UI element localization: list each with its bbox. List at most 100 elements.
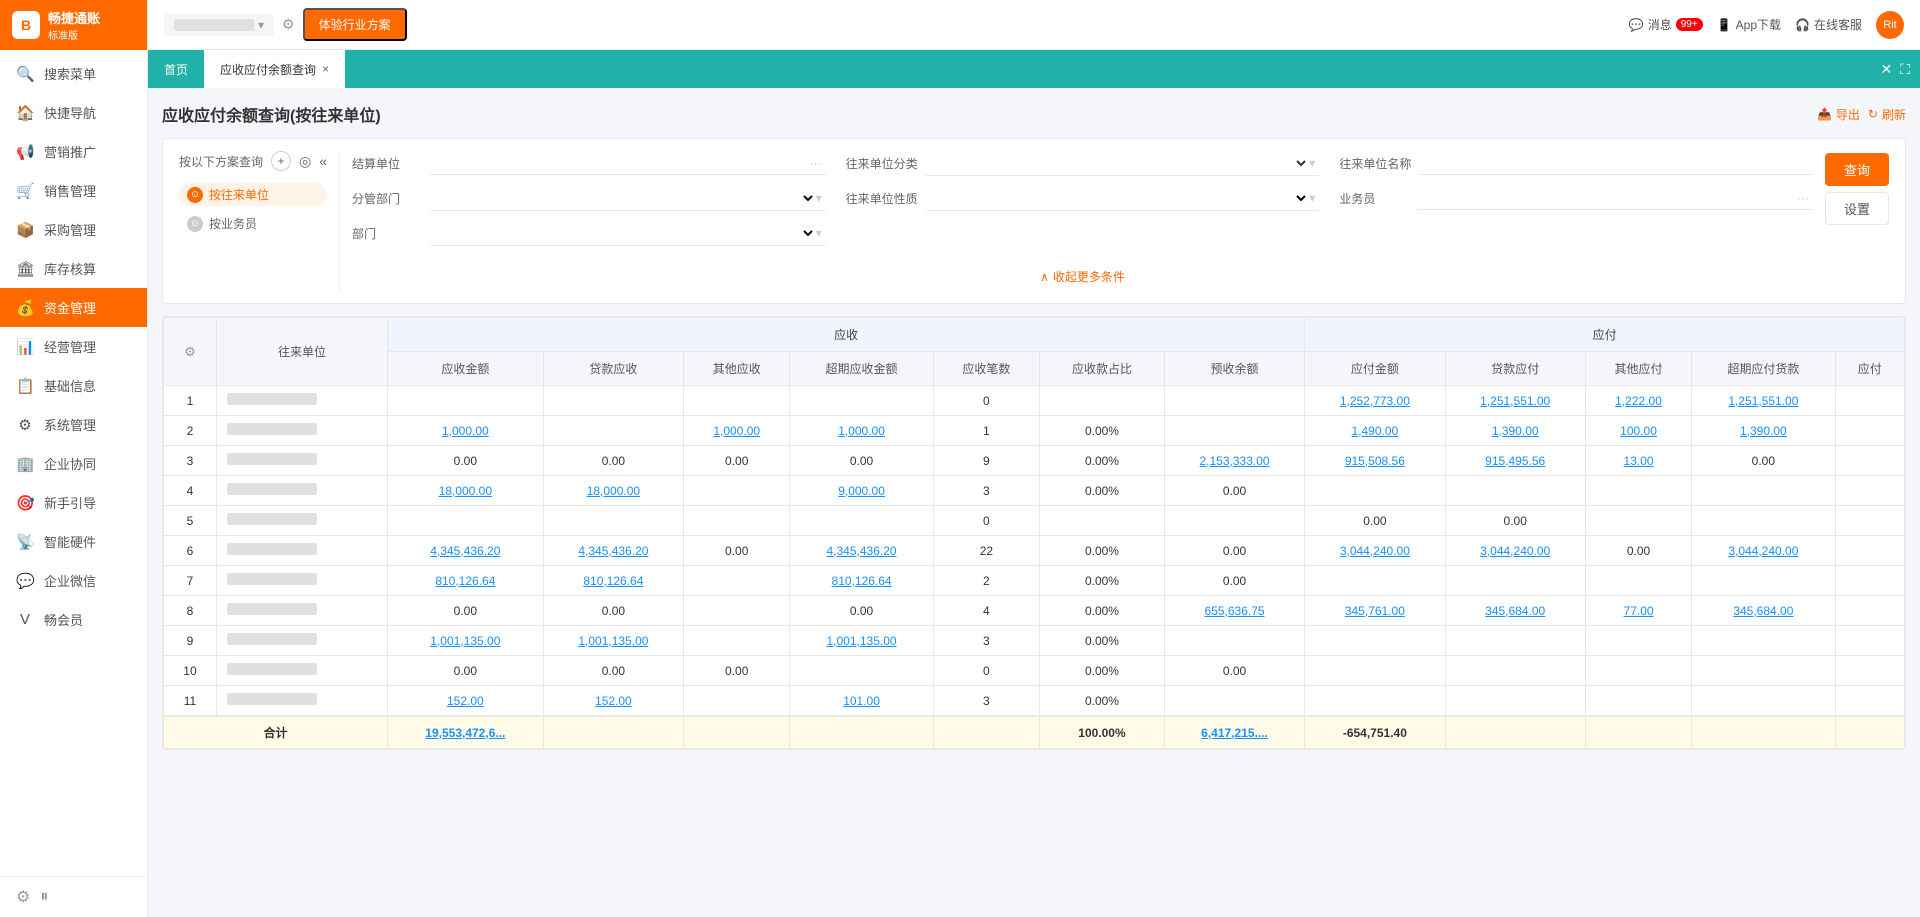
message-action[interactable]: 💬 消息 99+ <box>1629 16 1703 33</box>
maximize-icon[interactable]: ⛶ <box>1900 61 1910 78</box>
table-cell-link[interactable]: 4,345,436.20 <box>430 544 500 558</box>
table-cell-link[interactable]: 152.00 <box>447 694 484 708</box>
table-cell-link[interactable]: 1,251,551.00 <box>1480 394 1550 408</box>
filter-collapse-button[interactable]: ∧ 收起更多条件 <box>1034 262 1131 291</box>
col-rec-count: 应收笔数 <box>933 352 1039 386</box>
sidebar-item-vip[interactable]: V 畅会员 <box>0 600 147 639</box>
table-cell-link[interactable]: 18,000.00 <box>587 484 640 498</box>
guide-icon: 🎯 <box>16 494 34 512</box>
user-avatar[interactable]: Rit <box>1876 11 1904 39</box>
table-cell-link[interactable]: 1,001,135.00 <box>430 634 500 648</box>
table-cell-link[interactable]: 152.00 <box>595 694 632 708</box>
sidebar-item-wechat[interactable]: 💬 企业微信 <box>0 561 147 600</box>
table-cell-link[interactable]: 1,000.00 <box>442 424 489 438</box>
tab-balance-label: 应收应付余额查询 <box>220 61 316 78</box>
table-cell-link[interactable]: 9,000.00 <box>838 484 885 498</box>
filter-dept-select[interactable] <box>434 225 816 241</box>
table-cell-link[interactable]: 1,251,551.00 <box>1728 394 1798 408</box>
filter-view-by-company[interactable]: ⊙ 按往来单位 <box>179 183 327 206</box>
table-cell-link[interactable]: 915,508.56 <box>1345 454 1405 468</box>
sidebar-item-base[interactable]: 📋 基础信息 <box>0 366 147 405</box>
table-cell-link[interactable]: 77.00 <box>1624 604 1654 618</box>
gear-icon[interactable]: ⚙ <box>282 16 295 33</box>
table-cell-link[interactable]: 810,126.64 <box>435 574 495 588</box>
filter-settings-icon[interactable]: ◎ <box>299 153 311 170</box>
table-cell-link[interactable]: 3,044,240.00 <box>1340 544 1410 558</box>
filter-nature-select[interactable] <box>930 190 1310 206</box>
sidebar-label-capital: 资金管理 <box>44 298 96 317</box>
sidebar-item-purchase[interactable]: 📦 采购管理 <box>0 210 147 249</box>
total-rec-amount-link[interactable]: 19,553,472,6... <box>425 726 505 740</box>
sidebar-item-guide[interactable]: 🎯 新手引导 <box>0 483 147 522</box>
app-download-action[interactable]: 📱 App下载 <box>1717 16 1781 33</box>
table-cell-link[interactable]: 1,000.00 <box>838 424 885 438</box>
table-settings-icon[interactable]: ⚙ <box>184 344 196 359</box>
table-cell-link[interactable]: 3,044,240.00 <box>1728 544 1798 558</box>
sidebar-item-capital[interactable]: 💰 资金管理 <box>0 288 147 327</box>
sidebar-item-system[interactable]: ⚙ 系统管理 <box>0 405 147 444</box>
table-cell-link[interactable]: 1,001,135.00 <box>827 634 897 648</box>
table-cell-link[interactable]: 18,000.00 <box>439 484 492 498</box>
sidebar-item-nav[interactable]: 🏠 快捷导航 <box>0 93 147 132</box>
setting-button[interactable]: 设置 <box>1825 192 1889 225</box>
tab-home[interactable]: 首页 <box>148 50 204 88</box>
collapse-icon[interactable]: ⏸ <box>40 888 48 906</box>
table-cell-link[interactable]: 915,495.56 <box>1485 454 1545 468</box>
table-cell-link[interactable]: 345,684.00 <box>1733 604 1793 618</box>
table-cell-link[interactable]: 1,490.00 <box>1352 424 1399 438</box>
filter-collapse-left-icon[interactable]: « <box>319 153 327 169</box>
total-rec-prepay-link[interactable]: 6,417,215.... <box>1201 726 1268 740</box>
table-cell-link[interactable]: 4,345,436.20 <box>827 544 897 558</box>
sidebar-item-inventory[interactable]: 🏛 库存核算 <box>0 249 147 288</box>
settings-bottom-icon[interactable]: ⚙ <box>16 887 30 907</box>
table-cell-link[interactable]: 1,390.00 <box>1740 424 1787 438</box>
table-cell-link[interactable]: 101.00 <box>843 694 880 708</box>
table-cell-link[interactable]: 345,684.00 <box>1485 604 1545 618</box>
table-cell-link[interactable]: 655,636.75 <box>1205 604 1265 618</box>
filter-settlement-input[interactable]: ··· <box>430 152 826 175</box>
filter-view-by-staff[interactable]: ⊙ 按业务员 <box>179 212 327 235</box>
col-company: 往来单位 <box>216 318 387 386</box>
table-cell-link[interactable]: 1,001,135.00 <box>578 634 648 648</box>
table-cell-link[interactable]: 2,153,333.00 <box>1200 454 1270 468</box>
filter-settlement-label: 结算单位 <box>352 155 422 172</box>
promo-button[interactable]: 体验行业方案 <box>303 8 407 41</box>
refresh-button[interactable]: ↻ 刷新 <box>1868 106 1906 123</box>
table-row: 64,345,436.204,345,436.200.004,345,436.2… <box>164 536 1905 566</box>
table-cell-link[interactable]: 810,126.64 <box>832 574 892 588</box>
table-cell-link[interactable]: 100.00 <box>1620 424 1657 438</box>
sidebar-item-hardware[interactable]: 📡 智能硬件 <box>0 522 147 561</box>
filter-company-name: 往来单位名称 <box>1339 152 1813 175</box>
company-selector[interactable]: ▾ <box>164 14 274 36</box>
table-cell-link[interactable]: 13.00 <box>1624 454 1654 468</box>
tab-close-icon[interactable]: × <box>322 62 329 76</box>
table-cell-link[interactable]: 810,126.64 <box>583 574 643 588</box>
table-cell-link[interactable]: 4,345,436.20 <box>578 544 648 558</box>
filter-company-nature: 往来单位性质 ▾ <box>846 186 1320 211</box>
sidebar-item-operation[interactable]: 📊 经营管理 <box>0 327 147 366</box>
table-cell-link[interactable]: 1,390.00 <box>1492 424 1539 438</box>
table-cell-link[interactable]: 1,252,773.00 <box>1340 394 1410 408</box>
filter-add-button[interactable]: + <box>271 151 291 171</box>
tab-balance[interactable]: 应收应付余额查询 × <box>204 50 345 88</box>
table-cell-link[interactable]: 1,222.00 <box>1615 394 1662 408</box>
sidebar-item-sales[interactable]: 🛒 销售管理 <box>0 171 147 210</box>
table-cell-link[interactable]: 345,761.00 <box>1345 604 1405 618</box>
sidebar-item-corp[interactable]: 🏢 企业协同 <box>0 444 147 483</box>
sidebar-item-marketing[interactable]: 📢 营销推广 <box>0 132 147 171</box>
filter-dept-mgr-select[interactable] <box>434 190 816 206</box>
table-cell-link[interactable]: 3,044,240.00 <box>1480 544 1550 558</box>
filter-salesman: 业务员 ··· <box>1339 187 1813 210</box>
table-cell-link[interactable]: 1,000.00 <box>713 424 760 438</box>
sidebar-item-search[interactable]: 🔍 搜索菜单 <box>0 54 147 93</box>
col-rec-amount: 应收金额 <box>387 352 543 386</box>
online-service-action[interactable]: 🎧 在线客服 <box>1795 16 1862 33</box>
salesman-dots-icon: ··· <box>1797 191 1809 205</box>
query-button[interactable]: 查询 <box>1825 153 1889 186</box>
close-window-icon[interactable]: ✕ <box>1880 61 1892 78</box>
topbar-left: ▾ ⚙ 体验行业方案 <box>164 8 1619 41</box>
export-button[interactable]: 📤 导出 <box>1817 106 1860 123</box>
filter-salesman-input[interactable]: ··· <box>1417 187 1813 210</box>
filter-name-input[interactable] <box>1419 152 1813 175</box>
filter-category-select[interactable] <box>930 155 1310 171</box>
